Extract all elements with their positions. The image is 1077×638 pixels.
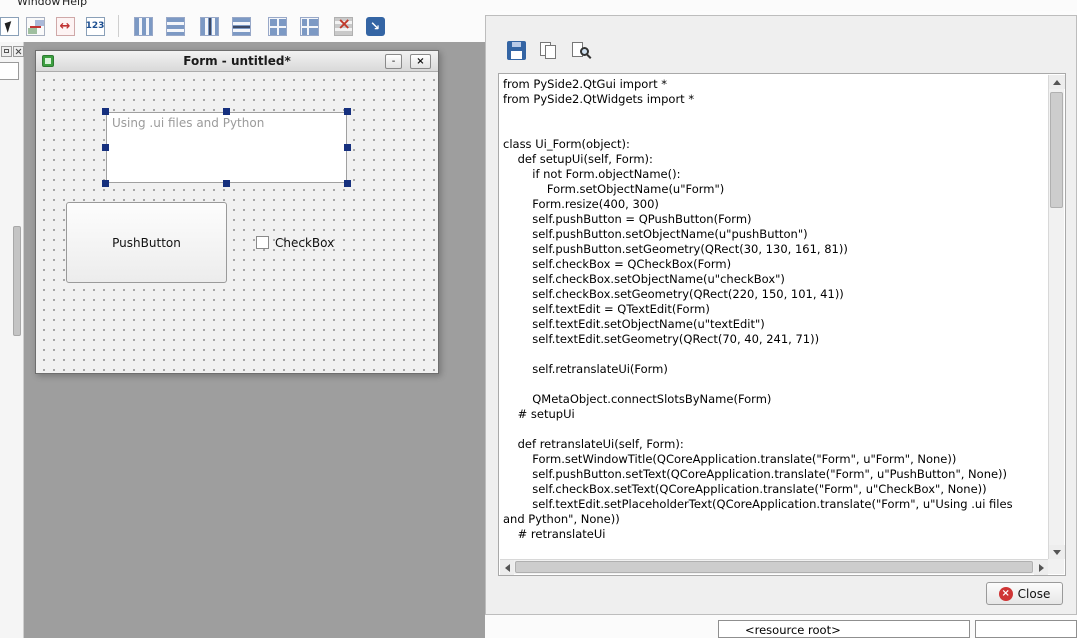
form-designer-window: Form - untitled* - × Using .ui files and… bbox=[35, 50, 439, 374]
vertical-scrollbar[interactable] bbox=[1048, 75, 1064, 559]
layout-vertical-icon bbox=[166, 17, 185, 36]
toolbar-separator bbox=[118, 15, 119, 37]
layout-vertical-splitter-icon bbox=[232, 17, 251, 36]
textedit-placeholder: Using .ui files and Python bbox=[107, 113, 346, 133]
textedit-widget[interactable]: Using .ui files and Python bbox=[106, 112, 347, 183]
float-icon bbox=[4, 49, 9, 53]
dock-float-button[interactable] bbox=[1, 46, 12, 57]
selection-handle-sw[interactable] bbox=[102, 180, 109, 187]
resource-panel-box-partial[interactable] bbox=[975, 620, 1077, 638]
resource-browser-panel: <resource root> bbox=[485, 615, 1077, 638]
copy-icon bbox=[539, 41, 558, 60]
close-circle-icon: × bbox=[999, 587, 1013, 601]
menu-window[interactable]: Window bbox=[17, 0, 60, 8]
horizontal-scrollbar[interactable] bbox=[500, 559, 1048, 574]
adjust-size-icon: ↘ bbox=[366, 17, 385, 36]
code-view: from PySide2.QtGui import * from PySide2… bbox=[498, 73, 1066, 576]
generated-code-text[interactable]: from PySide2.QtGui import * from PySide2… bbox=[503, 77, 1045, 557]
form-window-titlebar[interactable]: Form - untitled* - × bbox=[36, 51, 438, 72]
edit-buddies-button[interactable]: ↔ bbox=[52, 13, 78, 39]
save-icon bbox=[507, 41, 526, 60]
scrollbar-corner bbox=[1048, 559, 1064, 574]
checkbox-indicator[interactable] bbox=[256, 236, 269, 249]
selection-handle-nw[interactable] bbox=[102, 108, 109, 115]
edit-tab-order-icon: 123 bbox=[86, 17, 105, 36]
edit-widgets-button[interactable] bbox=[0, 13, 22, 39]
dock-close-button[interactable] bbox=[13, 46, 24, 57]
form-canvas[interactable]: Using .ui files and Python PushButton Ch… bbox=[36, 72, 438, 373]
break-layout-icon: × bbox=[334, 17, 353, 36]
form-close-button[interactable]: × bbox=[410, 54, 431, 69]
qt-designer-screen: Window Help ↔ 123 bbox=[0, 0, 1077, 638]
layout-grid-button[interactable] bbox=[264, 13, 290, 39]
checkbox-widget[interactable]: CheckBox bbox=[256, 222, 357, 263]
save-code-button[interactable] bbox=[503, 37, 529, 63]
pushbutton-widget[interactable]: PushButton bbox=[66, 202, 227, 283]
menu-help[interactable]: Help bbox=[62, 0, 87, 8]
layout-horizontal-splitter-button[interactable] bbox=[196, 13, 222, 39]
layout-vertical-button[interactable] bbox=[162, 13, 188, 39]
layout-vertical-splitter-button[interactable] bbox=[228, 13, 254, 39]
find-in-code-icon bbox=[571, 41, 590, 60]
edit-signals-slots-icon bbox=[26, 17, 45, 36]
selection-handle-se[interactable] bbox=[344, 180, 351, 187]
close-button-label: Close bbox=[1018, 587, 1051, 601]
widget-filter-input[interactable] bbox=[0, 62, 19, 80]
layout-horizontal-splitter-icon bbox=[200, 17, 219, 36]
edit-tab-order-button[interactable]: 123 bbox=[82, 13, 108, 39]
layout-grid-icon bbox=[268, 17, 287, 36]
vertical-scrollbar-thumb[interactable] bbox=[1050, 92, 1063, 208]
menu-bar: Window Help bbox=[0, 0, 1077, 11]
selection-handle-w[interactable] bbox=[102, 144, 109, 151]
resource-root-item[interactable]: <resource root> bbox=[718, 620, 970, 638]
checkbox-label: CheckBox bbox=[275, 236, 334, 250]
edit-widgets-icon bbox=[0, 17, 19, 36]
copy-code-button[interactable] bbox=[535, 37, 561, 63]
layout-form-button[interactable] bbox=[296, 13, 322, 39]
scroll-up-arrow[interactable] bbox=[1049, 75, 1065, 89]
selection-handle-ne[interactable] bbox=[344, 108, 351, 115]
layout-horizontal-button[interactable] bbox=[130, 13, 156, 39]
scroll-left-arrow[interactable] bbox=[500, 560, 514, 575]
layout-form-icon bbox=[300, 17, 319, 36]
adjust-size-button[interactable]: ↘ bbox=[362, 13, 388, 39]
widget-box-scrollbar-thumb[interactable] bbox=[13, 226, 21, 336]
close-dialog-button[interactable]: × Close bbox=[986, 582, 1063, 605]
form-window-title: Form - untitled* bbox=[36, 54, 438, 68]
break-layout-button[interactable]: × bbox=[330, 13, 356, 39]
selection-handle-n[interactable] bbox=[223, 108, 230, 115]
widget-box-dock-edge bbox=[0, 42, 24, 638]
layout-horizontal-icon bbox=[134, 17, 153, 36]
form-minimize-button[interactable]: - bbox=[385, 54, 402, 69]
designer-toolbar: ↔ 123 × ↘ bbox=[0, 11, 485, 42]
horizontal-scrollbar-thumb[interactable] bbox=[515, 561, 1033, 573]
selection-handle-s[interactable] bbox=[223, 180, 230, 187]
selection-handle-e[interactable] bbox=[344, 144, 351, 151]
edit-signals-slots-button[interactable] bbox=[22, 13, 48, 39]
find-in-code-button[interactable] bbox=[567, 37, 593, 63]
edit-buddies-icon: ↔ bbox=[56, 17, 75, 36]
scroll-down-arrow[interactable] bbox=[1049, 545, 1065, 559]
scroll-right-arrow[interactable] bbox=[1034, 560, 1048, 575]
code-preview-dialog: from PySide2.QtGui import * from PySide2… bbox=[485, 15, 1077, 615]
